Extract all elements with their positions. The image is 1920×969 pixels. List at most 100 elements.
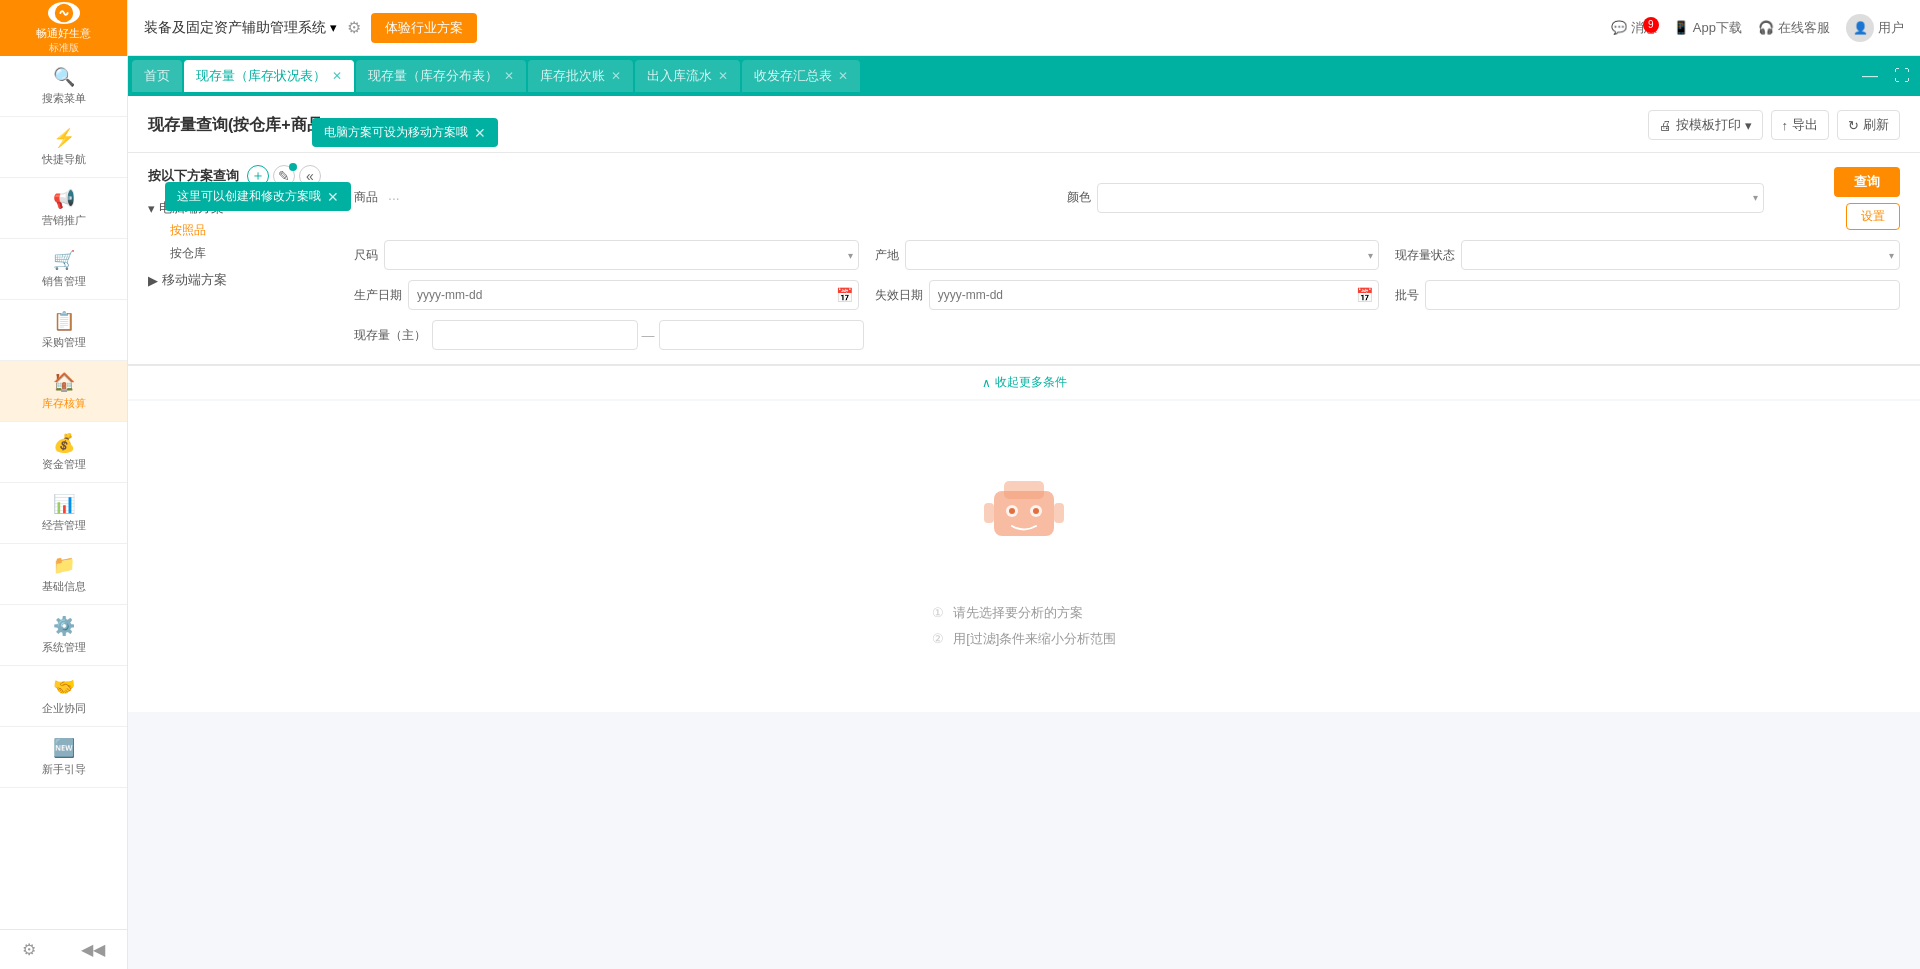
sidebar-item-system[interactable]: ⚙️ 系统管理 (0, 605, 127, 666)
online-service-label: 在线客服 (1778, 19, 1830, 37)
settings-btn[interactable]: ⚙ (22, 940, 36, 959)
expiry-date-input[interactable] (929, 280, 1380, 310)
setup-btn[interactable]: 设置 (1846, 203, 1900, 230)
tab-batch-ledger[interactable]: 库存批次账 ✕ (528, 60, 633, 92)
origin-select-wrap: ▾ (905, 240, 1380, 270)
sidebar-item-finance[interactable]: 💰 资金管理 (0, 422, 127, 483)
sidebar-item-sales[interactable]: 🛒 销售管理 (0, 239, 127, 300)
field-dots-icon[interactable]: ··· (388, 190, 400, 206)
sidebar-item-base[interactable]: 📁 基础信息 (0, 544, 127, 605)
sidebar-item-operations[interactable]: 📊 经营管理 (0, 483, 127, 544)
printer-icon: 🖨 (1659, 118, 1672, 133)
topbar-settings-btn[interactable]: ⚙ (347, 18, 361, 37)
svg-point-5 (1009, 508, 1015, 514)
refresh-btn[interactable]: ↻ 刷新 (1837, 110, 1900, 140)
message-btn[interactable]: 💬 9 消息 (1611, 19, 1657, 37)
avatar: 👤 (1846, 14, 1874, 42)
svg-rect-7 (984, 503, 994, 523)
scheme-item[interactable]: 按仓库 (164, 242, 338, 265)
tab-label: 收发存汇总表 (754, 67, 832, 85)
print-label: 按模板打印 (1676, 116, 1741, 134)
inventory-status-select[interactable] (1461, 240, 1900, 270)
sidebar-item-inventory[interactable]: 🏠 库存核算 (0, 361, 127, 422)
base-icon: 📁 (53, 554, 75, 576)
message-icon: 💬 (1611, 20, 1627, 35)
dot-indicator (289, 163, 297, 171)
field-label: 尺码 (354, 247, 378, 264)
field-inventory-status: 现存量状态 ▾ (1395, 240, 1900, 270)
sidebar-item-label: 采购管理 (42, 335, 86, 350)
scheme-group-label: 移动端方案 (162, 271, 227, 289)
sidebar-item-search[interactable]: 🔍 搜索菜单 (0, 56, 127, 117)
field-label: 商品 (354, 189, 378, 206)
export-btn[interactable]: ↑ 导出 (1771, 110, 1830, 140)
sidebar-item-label: 快捷导航 (42, 152, 86, 167)
user-avatar-btn[interactable]: 👤 用户 (1846, 14, 1904, 42)
finance-icon: 💰 (53, 432, 75, 454)
page-area: 现存量查询(按仓库+商品) 🖨 按模板打印 ▾ ↑ 导出 ↻ 刷新 (128, 96, 1920, 969)
industry-btn[interactable]: 体验行业方案 (371, 13, 477, 43)
sales-icon: 🛒 (53, 249, 75, 271)
tab-close-icon[interactable]: ✕ (838, 69, 848, 83)
range-from-input[interactable] (432, 320, 638, 350)
origin-select[interactable] (905, 240, 1380, 270)
scheme-mobile-header[interactable]: ▶ 移动端方案 (148, 269, 338, 291)
field-size: 尺码 ▾ (354, 240, 859, 270)
scheme-group-mobile: ▶ 移动端方案 (148, 269, 338, 291)
batch-no-input[interactable] (1425, 280, 1900, 310)
tab-inventory-status[interactable]: 现存量（库存状况表） ✕ (184, 60, 354, 92)
sidebar-item-label: 销售管理 (42, 274, 86, 289)
tab-close-icon[interactable]: ✕ (504, 69, 514, 83)
tab-label: 出入库流水 (647, 67, 712, 85)
tooltip-close-btn[interactable]: ✕ (474, 125, 486, 141)
sidebar-item-purchase[interactable]: 📋 采购管理 (0, 300, 127, 361)
tab-minimize-btn[interactable]: — (1856, 67, 1884, 85)
print-btn[interactable]: 🖨 按模板打印 ▾ (1648, 110, 1763, 140)
color-select[interactable] (1097, 183, 1764, 213)
range-input-wrap: — (432, 320, 864, 350)
sidebar-item-enterprise[interactable]: 🤝 企业协同 (0, 666, 127, 727)
online-service-btn[interactable]: 🎧 在线客服 (1758, 19, 1830, 37)
tab-summary[interactable]: 收发存汇总表 ✕ (742, 60, 860, 92)
tooltip-text: 电脑方案可设为移动方案哦 (324, 124, 468, 141)
export-label: 导出 (1792, 116, 1818, 134)
system-title-select[interactable]: 装备及固定资产辅助管理系统 ▾ (144, 19, 337, 37)
sidebar-item-label: 资金管理 (42, 457, 86, 472)
tab-home[interactable]: 首页 (132, 60, 182, 92)
tab-maximize-btn[interactable]: ⛶ (1888, 67, 1916, 85)
home-tab-label: 首页 (144, 67, 170, 85)
scheme-item[interactable]: 按照品 (164, 219, 338, 242)
tab-close-icon[interactable]: ✕ (611, 69, 621, 83)
filter-row-4: 现存量（主） — (354, 320, 1900, 350)
service-icon: 🎧 (1758, 20, 1774, 35)
search-icon: 🔍 (53, 66, 75, 88)
range-to-input[interactable] (659, 320, 865, 350)
field-inventory-qty: 现存量（主） — (354, 320, 864, 350)
sidebar-item-marketing[interactable]: 📢 营销推广 (0, 178, 127, 239)
sidebar: 畅通好生意 标准版 🔍 搜索菜单 ⚡ 快捷导航 📢 营销推广 🛒 销售管理 📋 … (0, 0, 128, 969)
collapse-sidebar-btn[interactable]: ◀◀ (81, 940, 105, 959)
sidebar-item-label: 搜索菜单 (42, 91, 86, 106)
page-title: 现存量查询(按仓库+商品) (148, 115, 328, 136)
collapse-bar[interactable]: ∧ 收起更多条件 (128, 365, 1920, 399)
system-icon: ⚙️ (53, 615, 75, 637)
sidebar-item-quick[interactable]: ⚡ 快捷导航 (0, 117, 127, 178)
tab-inventory-dist[interactable]: 现存量（库存分布表） ✕ (356, 60, 526, 92)
size-select-wrap: ▾ (384, 240, 859, 270)
tip2: ② 用[过滤]条件来缩小分析范围 (932, 626, 1117, 652)
tab-close-icon[interactable]: ✕ (718, 69, 728, 83)
production-date-input[interactable] (408, 280, 859, 310)
phone-icon: 📱 (1673, 20, 1689, 35)
app-download-btn[interactable]: 📱 App下载 (1673, 19, 1742, 37)
scheme-desktop-items: 按照品 按仓库 (148, 219, 338, 265)
tooltip-close-btn[interactable]: ✕ (327, 189, 339, 205)
tab-close-icon[interactable]: ✕ (332, 69, 342, 83)
size-select[interactable] (384, 240, 859, 270)
sidebar-item-guide[interactable]: 🆕 新手引导 (0, 727, 127, 788)
sidebar-item-label: 营销推广 (42, 213, 86, 228)
user-label: 用户 (1878, 19, 1904, 37)
tab-flow[interactable]: 出入库流水 ✕ (635, 60, 740, 92)
range-dash: — (642, 328, 655, 343)
filter-row-2: 尺码 ▾ 产地 ▾ 现存量状态 (354, 240, 1900, 270)
query-btn[interactable]: 查询 (1834, 167, 1900, 197)
